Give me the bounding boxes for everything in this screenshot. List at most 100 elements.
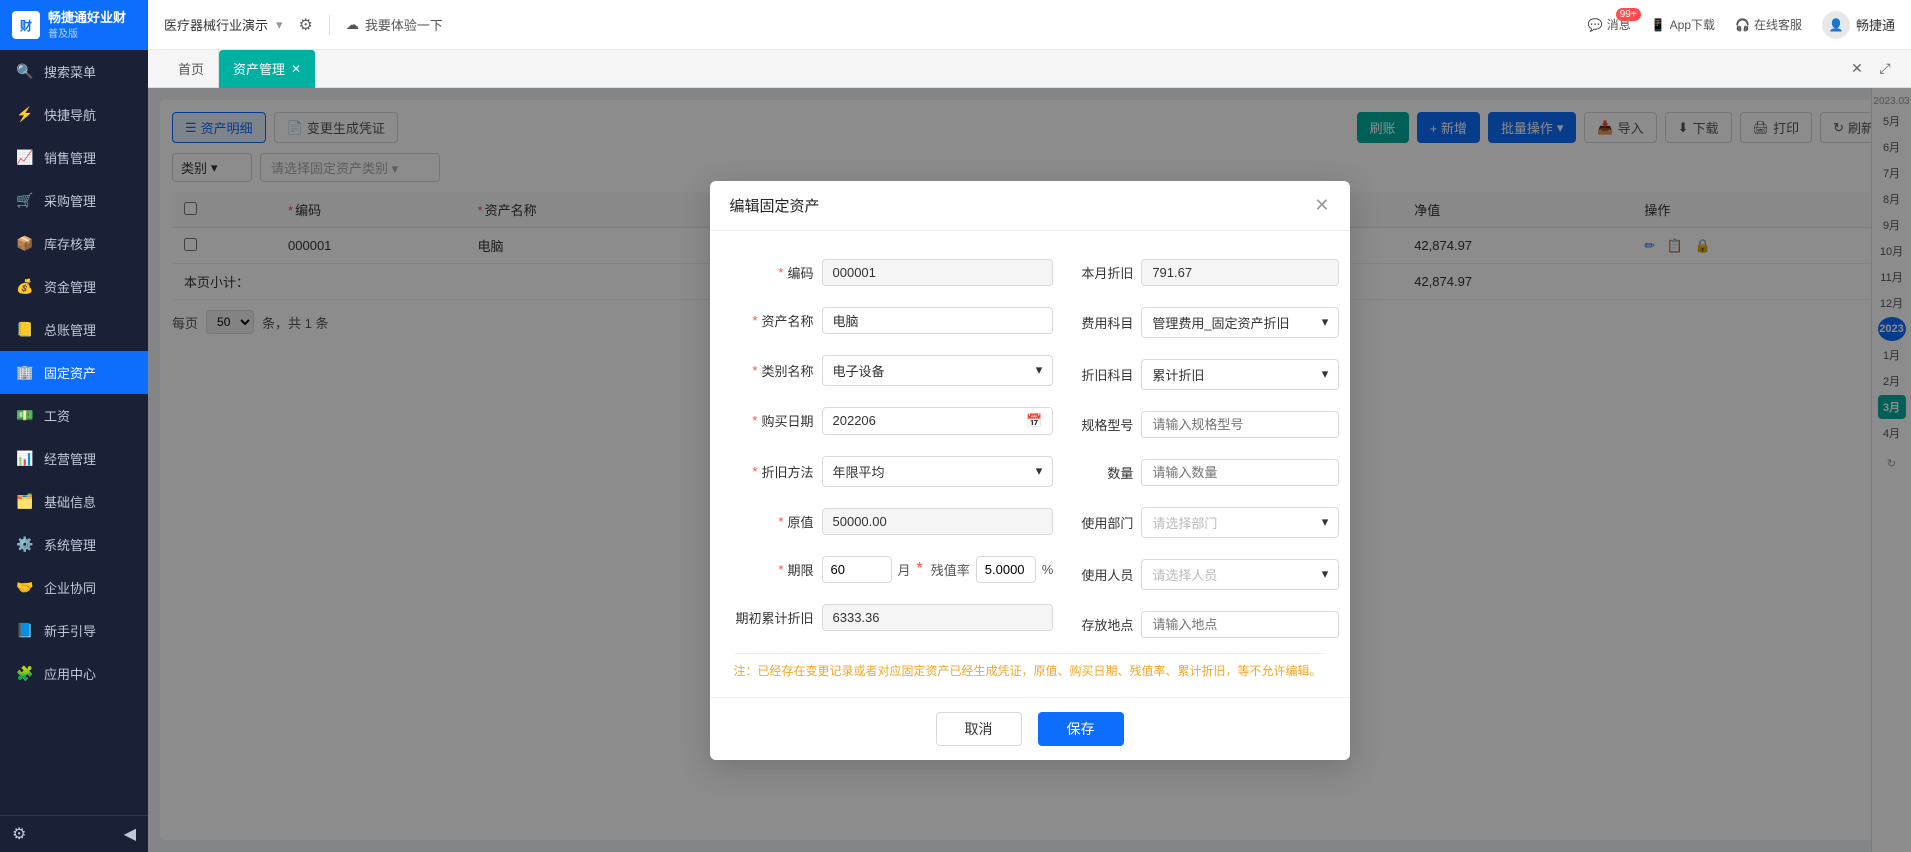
sidebar-item-quick[interactable]: ⚡ 快捷导航 (0, 93, 148, 136)
topbar-right: 💬 消息 99+ 📱 App下载 🎧 在线客服 👤 畅捷通 (1588, 11, 1895, 39)
quantity-input[interactable] (1141, 459, 1339, 486)
form-row-depr-method: * 折旧方法 年限平均 ▾ (734, 446, 1054, 498)
topbar-divider (329, 15, 330, 35)
tabbar: 首页 资产管理 ✕ ✕ ⤢ (148, 50, 1911, 88)
topbar-demo[interactable]: 医疗器械行业演示 ▾ (164, 15, 283, 34)
sidebar-item-stock[interactable]: 📦 库存核算 (0, 222, 148, 265)
sidebar: 财 畅捷通好业财 普及版 🔍 搜索菜单 ⚡ 快捷导航 📈 销售管理 🛒 采购管理… (0, 0, 148, 852)
cancel-button[interactable]: 取消 (936, 712, 1022, 746)
period-unit: 月 (898, 560, 911, 579)
sidebar-item-label: 工资 (44, 406, 70, 425)
modal-footer: 取消 保存 (710, 697, 1350, 760)
sidebar-item-label: 搜索菜单 (44, 62, 96, 81)
sidebar-item-ledger[interactable]: 📒 总账管理 (0, 308, 148, 351)
user-select[interactable]: 请选择人员 ▾ (1141, 559, 1339, 590)
category-select[interactable]: 电子设备 ▾ (822, 355, 1054, 386)
depr-method-value: 年限平均 (833, 462, 885, 481)
expense-subject-select[interactable]: 管理费用_固定资产折旧 ▾ (1141, 307, 1339, 338)
sidebar-item-purchase[interactable]: 🛒 采购管理 (0, 179, 148, 222)
topbar-user[interactable]: 👤 畅捷通 (1822, 11, 1895, 39)
calendar-icon: 📅 (1026, 413, 1042, 429)
sidebar-item-label: 经营管理 (44, 449, 96, 468)
cumul-depr-label: 期初累计折旧 (734, 608, 814, 627)
user-name: 畅捷通 (1856, 15, 1895, 34)
topbar-app-download[interactable]: 📱 App下载 (1651, 16, 1715, 33)
depr-method-select[interactable]: 年限平均 ▾ (822, 456, 1054, 487)
purchase-date-input[interactable]: 202206 📅 (822, 407, 1054, 435)
window-expand-icon[interactable]: ⤢ (1875, 59, 1895, 79)
residual-required: * (917, 560, 923, 578)
logo-icon: 财 (12, 11, 40, 39)
form-row-purchase-date: * 购买日期 202206 📅 (734, 397, 1054, 446)
location-input[interactable] (1141, 611, 1339, 638)
edit-modal: 编辑固定资产 ✕ * 编码 (710, 181, 1350, 760)
sidebar-item-base[interactable]: 🗂️ 基础信息 (0, 480, 148, 523)
sidebar-item-collab[interactable]: 🤝 企业协同 (0, 566, 148, 609)
settings-icon[interactable]: ⚙ (12, 824, 26, 844)
form-col-right: 本月折旧 费用科目 管理费用_固定资产折旧 (1053, 249, 1339, 649)
user-label: 使用人员 (1053, 565, 1133, 584)
modal-close-icon[interactable]: ✕ (1314, 195, 1329, 216)
period-input[interactable] (822, 556, 892, 583)
monthly-depr-input (1141, 259, 1339, 286)
expense-subject-label: 费用科目 (1053, 313, 1133, 332)
search-icon: 🔍 (16, 63, 34, 81)
fixed-icon: 🏢 (16, 364, 34, 382)
sidebar-item-label: 库存核算 (44, 234, 96, 253)
sidebar-item-guide[interactable]: 📘 新手引导 (0, 609, 148, 652)
sidebar-item-sysadmin[interactable]: ⚙️ 系统管理 (0, 523, 148, 566)
sidebar-nav: 🔍 搜索菜单 ⚡ 快捷导航 📈 销售管理 🛒 采购管理 📦 库存核算 💰 资金管… (0, 50, 148, 815)
spec-input[interactable] (1141, 411, 1339, 438)
message-icon: 💬 (1588, 18, 1603, 32)
form-row-spec: 规格型号 (1053, 401, 1339, 449)
tab-asset-label: 资产管理 (233, 59, 285, 78)
depr-subject-label: 折旧科目 (1053, 365, 1133, 384)
sidebar-item-label: 新手引导 (44, 621, 96, 640)
form-row-user: 使用人员 请选择人员 ▾ (1053, 549, 1339, 601)
sidebar-item-salary[interactable]: 💵 工资 (0, 394, 148, 437)
sidebar-header: 财 畅捷通好业财 普及版 (0, 0, 148, 50)
salary-icon: 💵 (16, 407, 34, 425)
sidebar-item-label: 销售管理 (44, 148, 96, 167)
sidebar-item-label: 固定资产 (44, 363, 96, 382)
depr-subject-select[interactable]: 累计折旧 ▾ (1141, 359, 1339, 390)
tab-asset[interactable]: 资产管理 ✕ (219, 50, 316, 88)
ledger-icon: 📒 (16, 321, 34, 339)
sidebar-item-sales[interactable]: 📈 销售管理 (0, 136, 148, 179)
sidebar-item-capital[interactable]: 💰 资金管理 (0, 265, 148, 308)
sidebar-item-fixed[interactable]: 🏢 固定资产 (0, 351, 148, 394)
gear-icon[interactable]: ⚙ (299, 15, 313, 35)
collapse-icon[interactable]: ◀ (124, 824, 136, 844)
code-label: * 编码 (734, 263, 814, 282)
original-input[interactable] (822, 508, 1054, 535)
sidebar-item-search[interactable]: 🔍 搜索菜单 (0, 50, 148, 93)
sidebar-item-apps[interactable]: 🧩 应用中心 (0, 652, 148, 695)
form-row-expense-subject: 费用科目 管理费用_固定资产折旧 ▾ (1053, 297, 1339, 349)
save-button[interactable]: 保存 (1038, 712, 1124, 746)
modal-title: 编辑固定资产 (730, 195, 820, 216)
sidebar-item-ops[interactable]: 📊 经营管理 (0, 437, 148, 480)
cumul-depr-input[interactable] (822, 604, 1054, 631)
collab-icon: 🤝 (16, 579, 34, 597)
name-input[interactable] (822, 307, 1054, 334)
stock-icon: 📦 (16, 235, 34, 253)
form-grid: * 编码 * 资产名称 (734, 249, 1326, 649)
quick-icon: ⚡ (16, 106, 34, 124)
residual-unit: % (1042, 562, 1054, 577)
tab-home-label: 首页 (178, 59, 204, 78)
topbar-experience[interactable]: ☁ 我要体验一下 (346, 15, 443, 34)
topbar-message[interactable]: 💬 消息 99+ (1588, 16, 1631, 33)
tab-home[interactable]: 首页 (164, 50, 219, 88)
code-input[interactable] (822, 259, 1054, 286)
residual-input[interactable] (976, 556, 1036, 583)
tab-close-icon[interactable]: ✕ (291, 62, 301, 76)
form-row-period: * 期限 月 * 残值率 % (734, 546, 1054, 594)
topbar: 医疗器械行业演示 ▾ ⚙ ☁ 我要体验一下 💬 消息 99+ 📱 App下载 🎧… (148, 0, 1911, 50)
residual-label: 残值率 (931, 560, 970, 579)
topbar-online-service[interactable]: 🎧 在线客服 (1735, 16, 1802, 33)
sysadmin-icon: ⚙️ (16, 536, 34, 554)
window-close-icon[interactable]: ✕ (1847, 59, 1867, 79)
category-arrow-icon: ▾ (1036, 362, 1043, 378)
dept-select[interactable]: 请选择部门 ▾ (1141, 507, 1339, 538)
sidebar-item-label: 基础信息 (44, 492, 96, 511)
